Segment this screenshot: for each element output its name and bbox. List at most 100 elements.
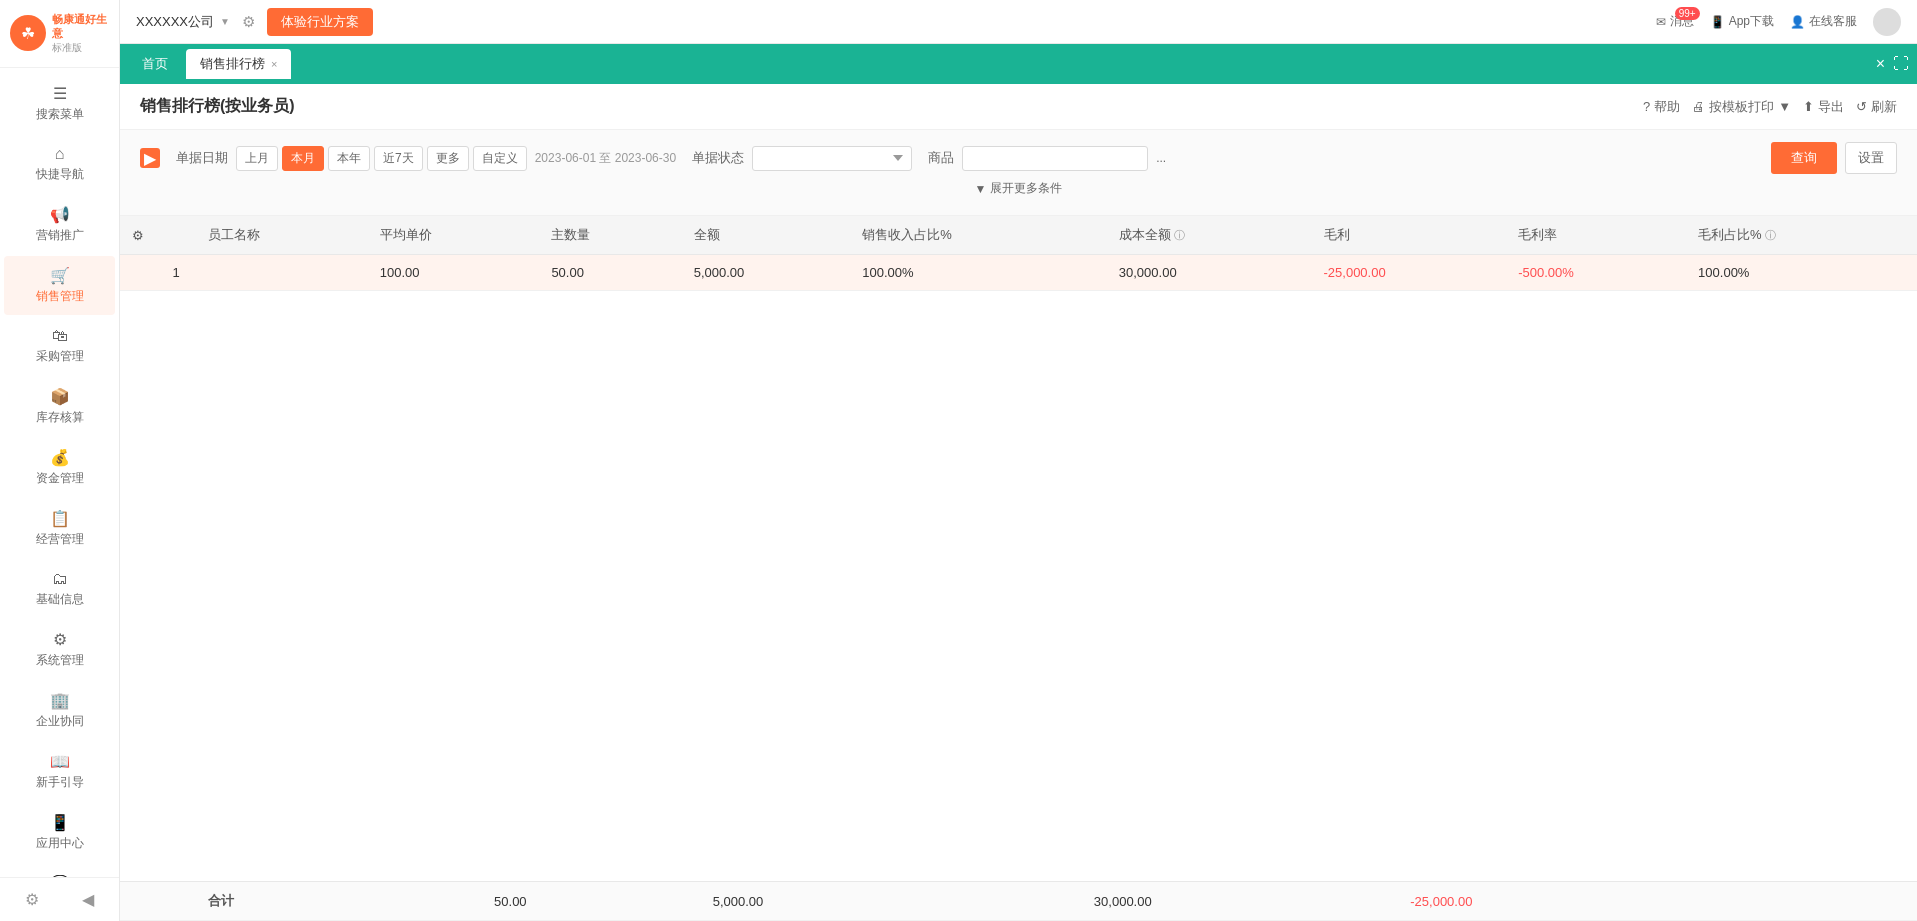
sidebar-item-quick-nav[interactable]: ⌂ 快捷导航 bbox=[4, 135, 115, 193]
sidebar-item-label-operation: 经营管理 bbox=[36, 531, 84, 548]
sidebar-bottom: ⚙ ◀ bbox=[0, 877, 119, 921]
sidebar-collapse-button[interactable]: ◀ bbox=[78, 886, 98, 913]
page-header: 销售排行榜(按业务员) ? 帮助 🖨 按模板打印 ▼ ⬆ 导出 ↺ 刷新 bbox=[120, 84, 1917, 130]
online-service-button[interactable]: 👤 在线客服 bbox=[1790, 13, 1857, 30]
row-main-qty-cell: 50.00 bbox=[539, 255, 681, 291]
filter-collapse-button[interactable]: ▶ bbox=[140, 148, 160, 168]
sidebar-item-enterprise[interactable]: 🏢 企业协同 bbox=[4, 681, 115, 740]
purchase-icon: 🛍 bbox=[52, 327, 68, 345]
col-header-cost-amount: 成本全额 ⓘ bbox=[1107, 216, 1312, 255]
date-last7-button[interactable]: 近7天 bbox=[374, 146, 423, 171]
message-badge: 99+ bbox=[1675, 7, 1700, 20]
tab-minimize-button[interactable]: × bbox=[1876, 55, 1885, 73]
cost-amount-help-icon[interactable]: ⓘ bbox=[1174, 229, 1185, 241]
refresh-icon: ↺ bbox=[1856, 99, 1867, 114]
template-print-button[interactable]: 🖨 按模板打印 ▼ bbox=[1692, 98, 1791, 116]
expand-label: 展开更多条件 bbox=[990, 180, 1062, 197]
help-icon: ? bbox=[1643, 99, 1650, 114]
filter-action-group: 查询 设置 bbox=[1771, 142, 1897, 174]
trial-button[interactable]: 体验行业方案 bbox=[267, 8, 373, 36]
sidebar-item-marketing[interactable]: 📢 营销推广 bbox=[4, 195, 115, 254]
expand-conditions-button[interactable]: ▼ 展开更多条件 bbox=[975, 180, 1063, 197]
page-content: 销售排行榜(按业务员) ? 帮助 🖨 按模板打印 ▼ ⬆ 导出 ↺ 刷新 bbox=[120, 84, 1917, 921]
setting-button[interactable]: 设置 bbox=[1845, 142, 1897, 174]
refresh-button[interactable]: ↺ 刷新 bbox=[1856, 98, 1897, 116]
sidebar-item-finance[interactable]: 💰 资金管理 bbox=[4, 438, 115, 497]
date-more-button[interactable]: 更多 bbox=[427, 146, 469, 171]
operation-icon: 📋 bbox=[50, 509, 70, 528]
sidebar-item-system[interactable]: ⚙ 系统管理 bbox=[4, 620, 115, 679]
print-icon: 🖨 bbox=[1692, 99, 1705, 114]
help-button[interactable]: ? 帮助 bbox=[1643, 98, 1680, 116]
date-last-month-button[interactable]: 上月 bbox=[236, 146, 278, 171]
col-header-settings[interactable]: ⚙ bbox=[120, 216, 156, 255]
row-amount-cell: 5,000.00 bbox=[682, 255, 851, 291]
finance-icon: 💰 bbox=[50, 448, 70, 467]
export-icon: ⬆ bbox=[1803, 99, 1814, 114]
export-button[interactable]: ⬆ 导出 bbox=[1803, 98, 1844, 116]
message-button[interactable]: ✉ 消息 99+ bbox=[1656, 13, 1694, 30]
gross-ratio-help-icon[interactable]: ⓘ bbox=[1765, 229, 1776, 241]
table-row: 1 100.00 50.00 5,000.00 100.00% 30,000.0… bbox=[120, 255, 1917, 291]
sidebar-item-app-center[interactable]: 📱 应用中心 bbox=[4, 803, 115, 862]
footer-gross-ratio bbox=[1824, 882, 1917, 921]
query-button[interactable]: 查询 bbox=[1771, 142, 1837, 174]
goods-filter-more[interactable]: ... bbox=[1156, 151, 1166, 165]
footer-spacer-rank bbox=[156, 882, 196, 921]
sidebar-item-label-enterprise: 企业协同 bbox=[36, 713, 84, 730]
col-header-rank bbox=[156, 216, 196, 255]
company-settings-icon[interactable]: ⚙ bbox=[242, 13, 255, 31]
goods-filter-item: 商品 ... bbox=[928, 146, 1166, 171]
company-selector[interactable]: XXXXXX公司 ▼ bbox=[136, 13, 230, 31]
sidebar-item-wechat[interactable]: 💬 企业微信 bbox=[4, 864, 115, 877]
search-menu-icon: ☰ bbox=[53, 84, 67, 103]
tab-home[interactable]: 首页 bbox=[128, 49, 182, 79]
company-dropdown-arrow: ▼ bbox=[220, 16, 230, 27]
status-filter-item: 单据状态 bbox=[692, 146, 912, 171]
footer-row: 合计 50.00 5,000.00 30,000.00 -25,000.00 bbox=[120, 882, 1917, 921]
app-download-label: App下载 bbox=[1729, 13, 1774, 30]
status-filter-select[interactable] bbox=[752, 146, 912, 171]
app-logo-icon: ☘ bbox=[10, 15, 46, 51]
app-logo-subtitle: 标准版 bbox=[52, 41, 109, 55]
date-custom-button[interactable]: 自定义 bbox=[473, 146, 527, 171]
footer-gross-margin bbox=[1731, 882, 1824, 921]
date-this-year-button[interactable]: 本年 bbox=[328, 146, 370, 171]
goods-filter-label: 商品 bbox=[928, 149, 954, 167]
footer-table: 合计 50.00 5,000.00 30,000.00 -25,000.00 bbox=[120, 882, 1917, 921]
table-area: ⚙ 员工名称 平均单价 主数量 全额 销售收入占比% 成本全额 ⓘ 毛利 毛利率 bbox=[120, 216, 1917, 881]
sidebar-item-search[interactable]: ☰ 搜索菜单 bbox=[4, 74, 115, 133]
print-dropdown-icon: ▼ bbox=[1778, 99, 1791, 114]
sidebar-item-operation[interactable]: 📋 经营管理 bbox=[4, 499, 115, 558]
sidebar-item-purchase[interactable]: 🛍 采购管理 bbox=[4, 317, 115, 375]
tab-close-icon[interactable]: × bbox=[271, 58, 277, 70]
sidebar-logo-text-group: 畅康通好生意 标准版 bbox=[52, 12, 109, 55]
sidebar-item-basic-info[interactable]: 🗂 基础信息 bbox=[4, 560, 115, 618]
footer-main-qty: 50.00 bbox=[482, 882, 701, 921]
sidebar-item-inventory[interactable]: 📦 库存核算 bbox=[4, 377, 115, 436]
tab-maximize-button[interactable]: ⛶ bbox=[1893, 55, 1909, 73]
row-gross-profit-cell: -25,000.00 bbox=[1312, 255, 1507, 291]
sidebar-item-label-inventory: 库存核算 bbox=[36, 409, 84, 426]
footer-avg-price bbox=[389, 882, 482, 921]
app-download-button[interactable]: 📱 App下载 bbox=[1710, 13, 1774, 30]
sidebar-item-guide[interactable]: 📖 新手引导 bbox=[4, 742, 115, 801]
sidebar-item-label-purchase: 采购管理 bbox=[36, 348, 84, 365]
date-range-display: 2023-06-01 至 2023-06-30 bbox=[535, 150, 676, 167]
goods-filter-input[interactable] bbox=[962, 146, 1148, 171]
filter-row: ▶ 单据日期 上月 本月 本年 近7天 更多 自定义 2023-06-01 至 … bbox=[140, 142, 1897, 174]
sidebar-nav: ☰ 搜索菜单 ⌂ 快捷导航 📢 营销推广 🛒 销售管理 🛍 采购管理 📦 库存核… bbox=[0, 68, 119, 877]
footer-gross-profit: -25,000.00 bbox=[1398, 882, 1731, 921]
col-header-gross-ratio: 毛利占比% ⓘ bbox=[1686, 216, 1917, 255]
sidebar-settings-button[interactable]: ⚙ bbox=[21, 886, 43, 913]
col-header-employee: 员工名称 bbox=[196, 216, 368, 255]
top-header: XXXXXX公司 ▼ ⚙ 体验行业方案 ✉ 消息 99+ 📱 App下载 👤 在… bbox=[120, 0, 1917, 44]
sidebar-item-sales[interactable]: 🛒 销售管理 bbox=[4, 256, 115, 315]
date-this-month-button[interactable]: 本月 bbox=[282, 146, 324, 171]
basic-info-icon: 🗂 bbox=[52, 570, 68, 588]
tab-sales-ranking[interactable]: 销售排行榜 × bbox=[186, 49, 291, 79]
user-avatar[interactable] bbox=[1873, 8, 1901, 36]
enterprise-icon: 🏢 bbox=[50, 691, 70, 710]
system-icon: ⚙ bbox=[53, 630, 67, 649]
col-header-gross-profit: 毛利 bbox=[1312, 216, 1507, 255]
